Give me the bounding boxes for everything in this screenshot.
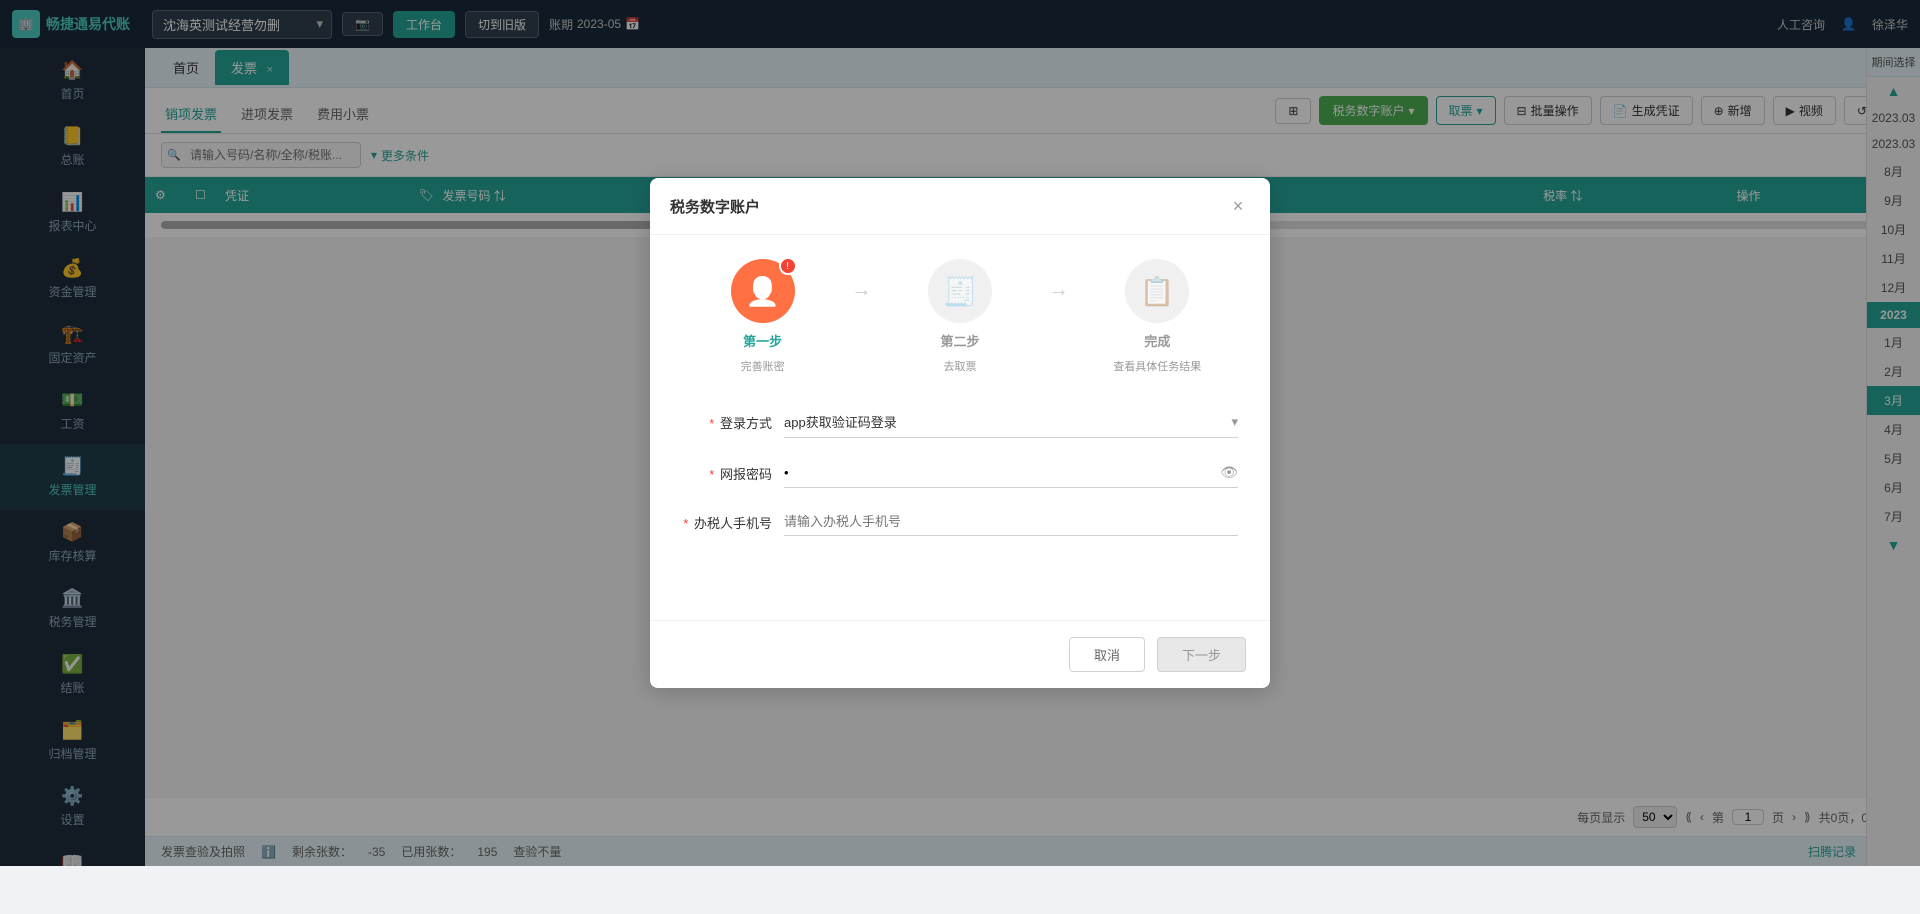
step-3: 📋 完成 查看具体任务结果: [1077, 259, 1238, 374]
cancel-button[interactable]: 取消: [1069, 637, 1145, 672]
step2-icon: 🧾: [943, 275, 978, 308]
step1-badge: !: [779, 257, 797, 275]
next-button[interactable]: 下一步: [1157, 637, 1246, 672]
login-method-arrow-icon: ▾: [1231, 414, 1238, 430]
eye-icon[interactable]: 👁: [1220, 464, 1238, 481]
close-icon: ×: [1233, 196, 1244, 217]
login-method-label: * 登录方式: [682, 413, 772, 432]
required-star-2: *: [709, 467, 714, 482]
phone-row: * 办税人手机号: [682, 508, 1238, 536]
login-method-select[interactable]: app获取验证码登录 ▾: [784, 406, 1238, 438]
dialog-overlay[interactable]: 税务数字账户 × 👤 ! 第一步 完善账密 →: [0, 0, 1920, 866]
dialog-footer: 取消 下一步: [650, 620, 1270, 688]
step2-desc: 去取票: [943, 358, 976, 374]
arrow-1-icon: →: [843, 279, 879, 302]
dialog-title: 税务数字账户: [670, 196, 760, 217]
login-method-value: app获取验证码登录: [784, 412, 897, 431]
password-input[interactable]: [784, 465, 1220, 480]
password-row: * 网报密码 👁: [682, 458, 1238, 488]
step1-icon-wrap: 👤 !: [731, 259, 795, 323]
step-2: 🧾 第二步 去取票: [879, 259, 1040, 374]
form-spacer: [682, 556, 1238, 596]
dialog-body: 👤 ! 第一步 完善账密 → 🧾 第二步 去取票 →: [650, 235, 1270, 620]
step-1: 👤 ! 第一步 完善账密: [682, 259, 843, 374]
dialog-form: * 登录方式 app获取验证码登录 ▾ * 网报密码: [682, 406, 1238, 536]
step3-label: 完成: [1144, 331, 1170, 350]
step2-label: 第二步: [940, 331, 979, 350]
password-wrap: 👁: [784, 458, 1238, 488]
step1-icon: 👤: [745, 275, 780, 308]
arrow-2-icon: →: [1041, 279, 1077, 302]
step1-desc: 完善账密: [741, 358, 785, 374]
dialog-header: 税务数字账户 ×: [650, 178, 1270, 235]
required-star-3: *: [683, 516, 688, 531]
dialog-close-btn[interactable]: ×: [1226, 194, 1250, 218]
phone-label: * 办税人手机号: [682, 513, 772, 532]
required-star-1: *: [709, 416, 714, 431]
step3-icon: 📋: [1140, 275, 1175, 308]
login-method-row: * 登录方式 app获取验证码登录 ▾: [682, 406, 1238, 438]
step2-icon-wrap: 🧾: [928, 259, 992, 323]
steps: 👤 ! 第一步 完善账密 → 🧾 第二步 去取票 →: [682, 259, 1238, 374]
step1-label: 第一步: [743, 331, 782, 350]
tax-digital-dialog: 税务数字账户 × 👤 ! 第一步 完善账密 →: [650, 178, 1270, 688]
step3-icon-wrap: 📋: [1125, 259, 1189, 323]
phone-input[interactable]: [784, 508, 1238, 536]
password-label: * 网报密码: [682, 464, 772, 483]
step3-desc: 查看具体任务结果: [1113, 358, 1201, 374]
